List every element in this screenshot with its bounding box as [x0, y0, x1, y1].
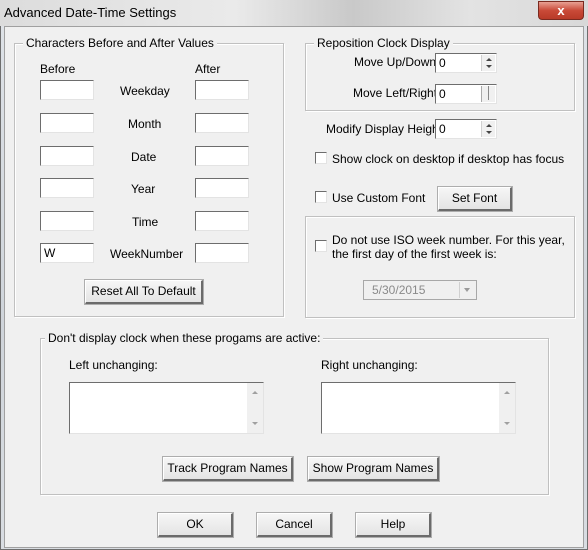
- cancel-button[interactable]: Cancel: [256, 512, 333, 538]
- custom-font-checkbox[interactable]: [315, 191, 327, 203]
- chars-group-label: Characters Before and After Values: [23, 36, 217, 50]
- window-title: Advanced Date-Time Settings: [4, 5, 177, 20]
- spin-up-icon[interactable]: [486, 124, 492, 127]
- iso-week-label-line1[interactable]: Do not use ISO week number. For this yea…: [332, 233, 565, 247]
- left-unchanging-label: Left unchanging:: [69, 358, 158, 372]
- display-height-input[interactable]: 0: [435, 119, 497, 139]
- date-before-input[interactable]: [40, 146, 94, 166]
- iso-week-group: [305, 216, 575, 318]
- year-label: Year: [131, 182, 156, 196]
- after-header: After: [195, 62, 221, 76]
- custom-font-label[interactable]: Use Custom Font: [332, 191, 425, 205]
- move-up-down-input[interactable]: 0: [435, 53, 497, 73]
- iso-week-checkbox[interactable]: [315, 240, 327, 252]
- display-height-value: 0: [439, 122, 446, 136]
- weekday-label: Weekday: [120, 84, 170, 98]
- move-left-right-label: Move Left/Right: [353, 86, 438, 100]
- move-left-right-value: 0: [439, 87, 446, 101]
- spin-down-icon[interactable]: [486, 65, 492, 68]
- show-on-desktop-label[interactable]: Show clock on desktop if desktop has foc…: [332, 152, 564, 166]
- year-before-input[interactable]: [40, 178, 94, 198]
- month-before-input[interactable]: [40, 113, 94, 133]
- reposition-group-label: Reposition Clock Display: [314, 36, 453, 50]
- move-up-down-spinner[interactable]: [481, 55, 495, 71]
- first-day-date-dropdown[interactable]: 5/30/2015: [363, 280, 477, 300]
- weeknumber-before-input[interactable]: [40, 243, 94, 263]
- date-after-input[interactable]: [195, 146, 249, 166]
- weeknumber-after-input[interactable]: [195, 243, 249, 263]
- move-up-down-value: 0: [439, 56, 446, 70]
- set-font-button[interactable]: Set Font: [437, 186, 513, 212]
- weeknumber-label: WeekNumber: [110, 247, 184, 261]
- move-up-down-label: Move Up/Down: [354, 55, 437, 69]
- weekday-after-input[interactable]: [195, 80, 249, 100]
- spin-up-icon[interactable]: [486, 58, 492, 61]
- reset-all-button[interactable]: Reset All To Default: [84, 279, 204, 305]
- scroll-down-icon[interactable]: [252, 422, 258, 425]
- spin-left-icon[interactable]: [482, 86, 489, 100]
- month-label: Month: [128, 117, 162, 131]
- dropdown-button: [459, 282, 475, 298]
- time-label: Time: [132, 215, 159, 229]
- left-unchanging-textarea[interactable]: [69, 382, 264, 434]
- weekday-before-input[interactable]: [40, 80, 94, 100]
- first-day-date-value: 5/30/2015: [372, 283, 426, 297]
- month-after-input[interactable]: [195, 113, 249, 133]
- chevron-down-icon: [464, 288, 470, 292]
- move-left-right-input[interactable]: 0: [435, 84, 497, 104]
- time-after-input[interactable]: [195, 211, 249, 231]
- spin-down-icon[interactable]: [486, 131, 492, 134]
- track-program-names-button[interactable]: Track Program Names: [162, 456, 294, 482]
- close-button[interactable]: x: [538, 1, 584, 20]
- right-textarea-scrollbar[interactable]: [499, 383, 515, 433]
- time-before-input[interactable]: [40, 211, 94, 231]
- date-label: Date: [131, 150, 157, 164]
- show-program-names-button[interactable]: Show Program Names: [307, 456, 440, 482]
- move-left-right-spinner[interactable]: [481, 86, 495, 102]
- help-button[interactable]: Help: [355, 512, 432, 538]
- scroll-up-icon[interactable]: [504, 391, 510, 394]
- scroll-up-icon[interactable]: [252, 391, 258, 394]
- scroll-down-icon[interactable]: [504, 422, 510, 425]
- display-height-label: Modify Display Height: [326, 122, 443, 136]
- right-unchanging-textarea[interactable]: [321, 382, 516, 434]
- year-after-input[interactable]: [195, 178, 249, 198]
- close-icon: x: [557, 3, 565, 18]
- display-height-spinner[interactable]: [481, 121, 495, 137]
- left-textarea-scrollbar[interactable]: [247, 383, 263, 433]
- programs-group-label: Don't display clock when these progams a…: [45, 331, 324, 345]
- right-unchanging-label: Right unchanging:: [321, 358, 418, 372]
- iso-week-label-line2[interactable]: the first day of the first week is:: [332, 247, 497, 261]
- ok-button[interactable]: OK: [157, 512, 234, 538]
- title-bar[interactable]: Advanced Date-Time Settings x: [0, 0, 588, 26]
- before-header: Before: [40, 62, 76, 76]
- show-on-desktop-checkbox[interactable]: [315, 152, 327, 164]
